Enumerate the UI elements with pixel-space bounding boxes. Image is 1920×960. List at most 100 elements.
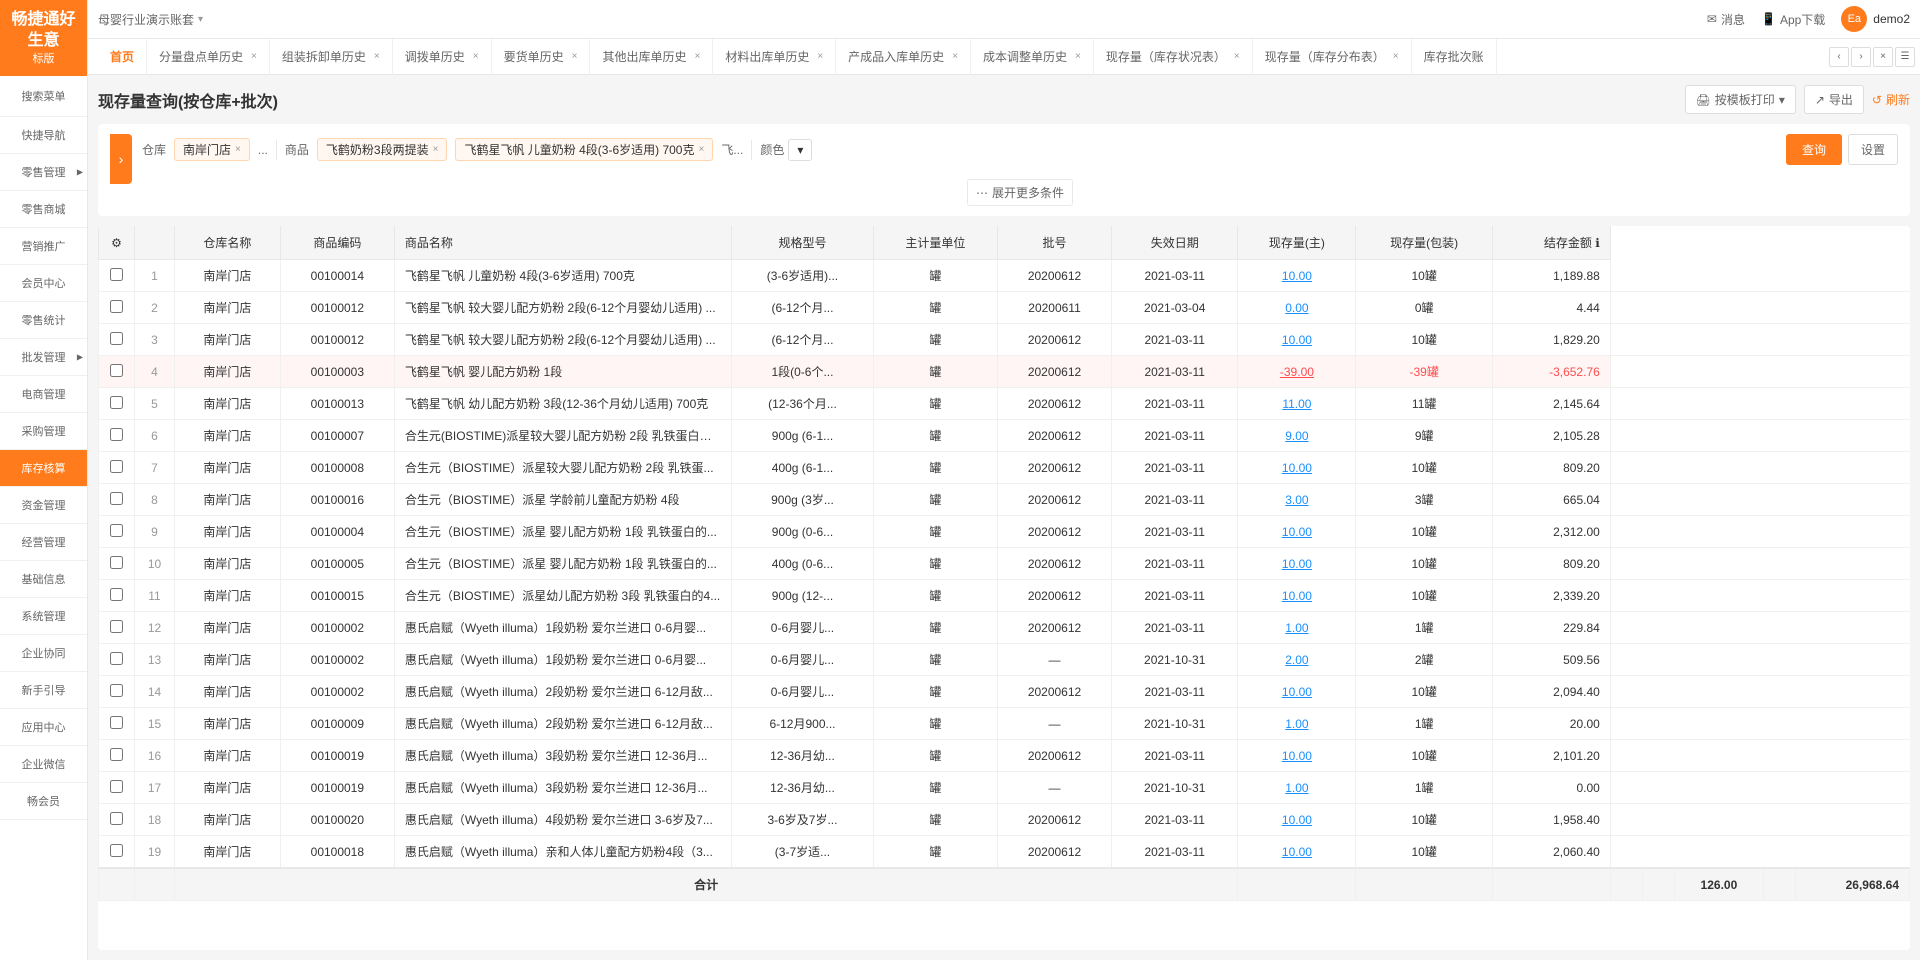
sidebar-item-purchase[interactable]: 采购管理 <box>0 413 87 450</box>
close-mix-history[interactable]: × <box>473 39 479 75</box>
refresh-btn[interactable]: ↺ 刷新 <box>1872 91 1910 108</box>
nav-other-out[interactable]: 其他出库单历史 × <box>590 39 713 75</box>
row-select-checkbox[interactable] <box>110 780 123 793</box>
row-select-checkbox[interactable] <box>110 620 123 633</box>
warehouse-more[interactable]: ... <box>258 143 268 157</box>
nav-batch-account[interactable]: 库存批次账 <box>1412 39 1497 75</box>
sidebar-item-system[interactable]: 系统管理 <box>0 598 87 635</box>
close-material-out[interactable]: × <box>817 39 823 75</box>
row-select-checkbox[interactable] <box>110 396 123 409</box>
nav-home[interactable]: 首页 <box>98 39 147 75</box>
close-production-in[interactable]: × <box>952 39 958 75</box>
row-select-checkbox[interactable] <box>110 748 123 761</box>
product-tag-2[interactable]: 飞鹤星飞帆 儿童奶粉 4段(3-6岁适用) 700克 × <box>455 138 713 161</box>
row-select-checkbox[interactable] <box>110 460 123 473</box>
product-tag-1-close[interactable]: × <box>433 144 439 155</box>
row-select-checkbox[interactable] <box>110 268 123 281</box>
search-btn[interactable]: 查询 <box>1786 134 1842 165</box>
nav-prev-btn[interactable]: ‹ <box>1829 47 1849 67</box>
nav-close-btn[interactable]: × <box>1873 47 1893 67</box>
row-select-checkbox[interactable] <box>110 492 123 505</box>
row-stock-main[interactable]: 10.00 <box>1238 804 1356 836</box>
row-select-checkbox[interactable] <box>110 844 123 857</box>
sidebar-item-inventory[interactable]: 库存核算 <box>0 450 87 487</box>
close-request-history[interactable]: × <box>572 39 578 75</box>
export-btn[interactable]: ↗ 导出 <box>1804 85 1864 114</box>
print-btn[interactable]: 🖨 按模板打印 ▾ <box>1685 85 1796 114</box>
sidebar-item-retail-stats[interactable]: 零售统计 <box>0 302 87 339</box>
sidebar-item-member[interactable]: 会员中心 <box>0 265 87 302</box>
row-stock-main[interactable]: 10.00 <box>1238 260 1356 292</box>
nav-cost-adjust[interactable]: 成本调整单历史 × <box>971 39 1094 75</box>
row-stock-main[interactable]: 1.00 <box>1238 708 1356 740</box>
sidebar-item-enterprise[interactable]: 企业协同 <box>0 635 87 672</box>
sidebar-item-marketing[interactable]: 营销推广 <box>0 228 87 265</box>
sidebar-item-wholesale[interactable]: 批发管理 <box>0 339 87 376</box>
nav-production-in[interactable]: 产成品入库单历史 × <box>836 39 971 75</box>
sidebar-logo[interactable]: 畅捷通好生意 标版 <box>0 0 87 76</box>
row-stock-main[interactable]: 3.00 <box>1238 484 1356 516</box>
sidebar-item-guide[interactable]: 新手引导 <box>0 672 87 709</box>
close-other-out[interactable]: × <box>694 39 700 75</box>
nav-stock-status[interactable]: 现存量（库存状况表） × <box>1094 39 1253 75</box>
sidebar-item-operation[interactable]: 经营管理 <box>0 524 87 561</box>
nav-stock-dist[interactable]: 现存量（库存分布表） × <box>1253 39 1412 75</box>
row-stock-main[interactable]: 1.00 <box>1238 612 1356 644</box>
warehouse-tag-close[interactable]: × <box>235 144 241 155</box>
row-select-checkbox[interactable] <box>110 556 123 569</box>
row-stock-main[interactable]: 10.00 <box>1238 676 1356 708</box>
row-select-checkbox[interactable] <box>110 364 123 377</box>
row-stock-main[interactable]: 10.00 <box>1238 516 1356 548</box>
sidebar-search[interactable]: 搜索菜单 <box>0 76 87 117</box>
filter-expand-btn[interactable]: › <box>110 134 132 184</box>
app-download-btn[interactable]: 📱 App下载 <box>1761 11 1825 28</box>
warehouse-tag[interactable]: 南岸门店 × <box>174 138 250 161</box>
row-select-checkbox[interactable] <box>110 428 123 441</box>
close-stock-status[interactable]: × <box>1234 39 1240 75</box>
sidebar-shortcut[interactable]: 快捷导航 <box>0 117 87 154</box>
row-select-checkbox[interactable] <box>110 524 123 537</box>
row-stock-main[interactable]: 0.00 <box>1238 292 1356 324</box>
user-profile[interactable]: Ea demo2 <box>1841 6 1910 32</box>
row-select-checkbox[interactable] <box>110 716 123 729</box>
nav-menu-btn[interactable]: ☰ <box>1895 47 1915 67</box>
row-select-checkbox[interactable] <box>110 588 123 601</box>
expand-more-btn[interactable]: ⋯ 展开更多条件 <box>967 179 1073 206</box>
color-filter-dropdown[interactable]: ▾ <box>788 139 812 161</box>
row-stock-main[interactable]: 10.00 <box>1238 740 1356 772</box>
sidebar-item-ecommerce[interactable]: 电商管理 <box>0 376 87 413</box>
settings-btn[interactable]: 设置 <box>1848 134 1898 165</box>
row-stock-main[interactable]: -39.00 <box>1238 356 1356 388</box>
product-tag-1[interactable]: 飞鹤奶粉3段两提装 × <box>317 138 448 161</box>
row-select-checkbox[interactable] <box>110 300 123 313</box>
close-stock-dist[interactable]: × <box>1393 39 1399 75</box>
row-stock-main[interactable]: 9.00 <box>1238 420 1356 452</box>
nav-disassemble-history[interactable]: 组装拆卸单历史 × <box>270 39 393 75</box>
breadcrumb-dropdown-icon[interactable]: ▾ <box>198 14 203 25</box>
nav-material-out[interactable]: 材料出库单历史 × <box>713 39 836 75</box>
nav-next-btn[interactable]: › <box>1851 47 1871 67</box>
row-select-checkbox[interactable] <box>110 812 123 825</box>
row-stock-main[interactable]: 10.00 <box>1238 548 1356 580</box>
product-tag-2-close[interactable]: × <box>698 144 704 155</box>
row-select-checkbox[interactable] <box>110 684 123 697</box>
row-select-checkbox[interactable] <box>110 652 123 665</box>
nav-request-history[interactable]: 要货单历史 × <box>492 39 591 75</box>
sidebar-item-retail-shop[interactable]: 零售商城 <box>0 191 87 228</box>
product-more[interactable]: 飞... <box>721 141 743 158</box>
nav-split-history[interactable]: 分量盘点单历史 × <box>147 39 270 75</box>
row-stock-main[interactable]: 2.00 <box>1238 644 1356 676</box>
sidebar-item-finance[interactable]: 资金管理 <box>0 487 87 524</box>
row-stock-main[interactable]: 10.00 <box>1238 580 1356 612</box>
close-disassemble-history[interactable]: × <box>374 39 380 75</box>
sidebar-item-apps[interactable]: 应用中心 <box>0 709 87 746</box>
row-stock-main[interactable]: 10.00 <box>1238 836 1356 869</box>
row-select-checkbox[interactable] <box>110 332 123 345</box>
sidebar-item-member2[interactable]: 畅会员 <box>0 783 87 820</box>
close-cost-adjust[interactable]: × <box>1075 39 1081 75</box>
row-stock-main[interactable]: 1.00 <box>1238 772 1356 804</box>
row-stock-main[interactable]: 10.00 <box>1238 324 1356 356</box>
close-split-history[interactable]: × <box>251 39 257 75</box>
col-settings[interactable]: ⚙ <box>99 226 135 260</box>
nav-mix-history[interactable]: 调拨单历史 × <box>393 39 492 75</box>
